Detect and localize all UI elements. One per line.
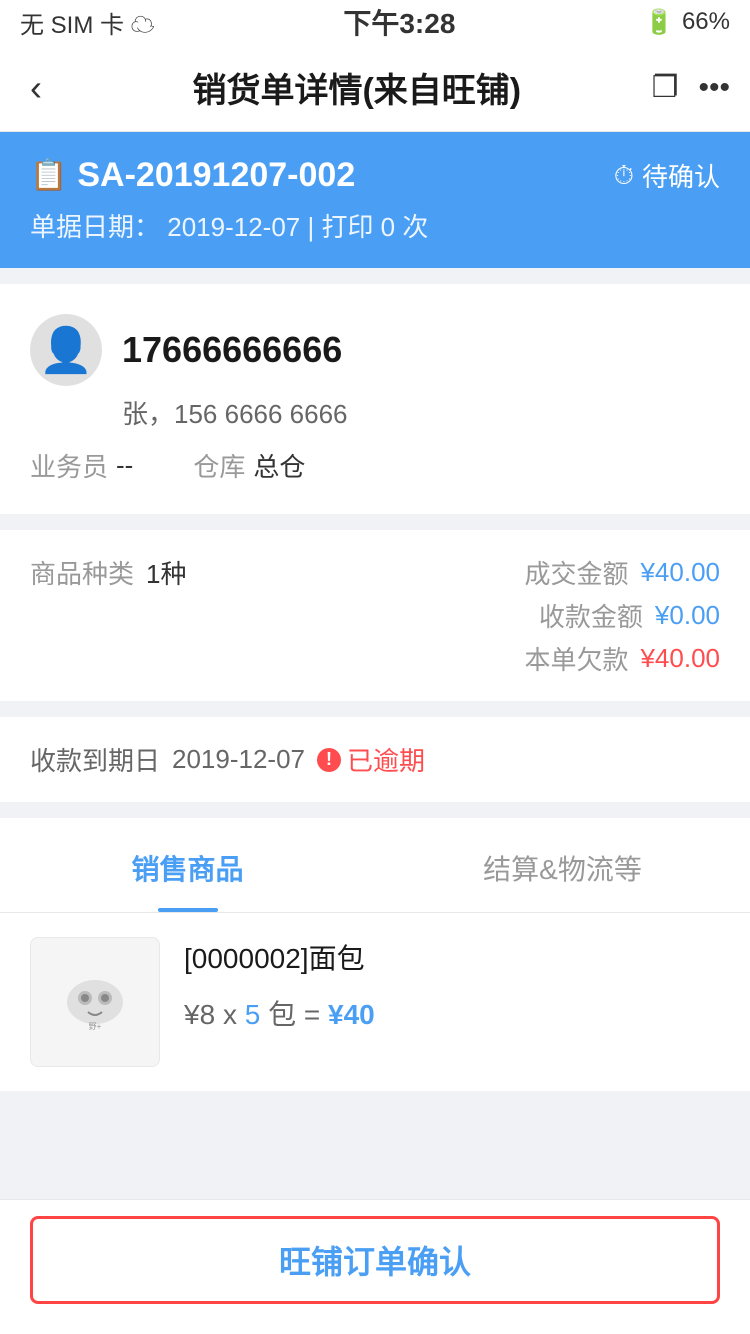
sim-status: 无 SIM 卡 ☁ [20, 5, 155, 40]
salesperson-value: -- [116, 450, 133, 481]
tab-settlement[interactable]: 结算&物流等 [375, 818, 750, 912]
tab-products[interactable]: 销售商品 [0, 818, 375, 912]
tabs-section: 销售商品 结算&物流等 野+ [0000002]面包 [0, 818, 750, 1091]
salesperson-label: 业务员 [30, 447, 108, 484]
product-thumbnail: 野+ [30, 937, 160, 1067]
customer-row: 👤 17666666666 [30, 314, 720, 386]
order-id: 📋 SA-20191207-002 [30, 156, 355, 195]
order-status-text: 待确认 [642, 157, 720, 194]
transaction-amount-label: 成交金额 [524, 554, 628, 591]
customer-phone: 17666666666 [122, 329, 342, 371]
tab-settlement-label: 结算&物流等 [483, 854, 642, 885]
order-header-card: 📋 SA-20191207-002 ⏱ 待确认 单据日期： 2019-12-07… [0, 132, 750, 268]
tabs-header: 销售商品 结算&物流等 [0, 818, 750, 913]
bottom-bar: 旺铺订单确认 [0, 1199, 750, 1334]
customer-info-row: 业务员 -- 仓库 总仓 [30, 447, 720, 484]
battery-level: 66% [682, 8, 730, 36]
status-right: 🔋 66% [644, 8, 730, 37]
summary-section: 商品种类 1种 成交金额 ¥40.00 收款金额 ¥0.00 本单欠款 ¥40.… [0, 530, 750, 701]
status-time: 下午3:28 [343, 2, 455, 42]
price-value: ¥8 [184, 999, 215, 1030]
order-icon: 📋 [30, 158, 67, 193]
debt-amount-label: 本单欠款 [524, 640, 628, 677]
due-date-label: 收款到期日 [30, 741, 160, 778]
avatar-icon: 👤 [39, 324, 94, 376]
status-bar: 无 SIM 卡 ☁ 下午3:28 🔋 66% [0, 0, 750, 44]
order-print-info: | 打印 0 次 [307, 212, 428, 242]
product-type-info: 商品种类 1种 [30, 554, 186, 591]
debt-amount-row: 本单欠款 ¥40.00 [524, 640, 720, 677]
customer-name: 张，156 6666 6666 [122, 394, 720, 431]
order-meta: 单据日期： 2019-12-07 | 打印 0 次 [30, 207, 720, 244]
share-icon[interactable]: ❐ [652, 70, 679, 105]
multiply-sign: x [223, 999, 245, 1030]
order-id-text: SA-20191207-002 [77, 156, 355, 195]
equals-sign: = [304, 999, 328, 1030]
unit-text: 包 [268, 999, 296, 1030]
tab-products-label: 销售商品 [131, 854, 243, 885]
warehouse-label: 仓库 [193, 447, 245, 484]
nav-bar: ‹ 销货单详情(来自旺铺) ❐ ••• [0, 44, 750, 132]
product-name: [0000002]面包 [184, 937, 720, 977]
product-info: [0000002]面包 ¥8 x 5 包 = ¥40 [184, 937, 720, 1033]
warehouse-value: 总仓 [253, 447, 305, 484]
overdue-badge: ! 已逾期 [317, 741, 425, 778]
nav-right-actions: ❐ ••• [652, 70, 730, 105]
debt-amount-value: ¥40.00 [640, 643, 720, 674]
due-date-value: 2019-12-07 [172, 744, 305, 775]
product-thumb-svg: 野+ [55, 972, 135, 1032]
transaction-amount-row: 成交金额 ¥40.00 [524, 554, 720, 591]
due-date-section: 收款到期日 2019-12-07 ! 已逾期 [0, 717, 750, 802]
order-date-label: 单据日期： [30, 212, 160, 242]
battery-icon: 🔋 [644, 8, 674, 37]
received-amount-value: ¥0.00 [655, 600, 720, 631]
svg-text:野+: 野+ [89, 1022, 102, 1031]
more-icon[interactable]: ••• [698, 71, 730, 105]
product-list: 野+ [0000002]面包 ¥8 x 5 包 = ¥40 [0, 913, 750, 1091]
received-amount-row: 收款金额 ¥0.00 [539, 597, 720, 634]
status-left: 无 SIM 卡 ☁ [20, 5, 155, 40]
customer-section: 👤 17666666666 张，156 6666 6666 业务员 -- 仓库 … [0, 284, 750, 514]
clock-icon: ⏱ [614, 160, 634, 192]
overdue-dot-icon: ! [317, 748, 341, 772]
product-price: ¥8 x 5 包 = ¥40 [184, 993, 720, 1033]
order-header-top: 📋 SA-20191207-002 ⏱ 待确认 [30, 156, 720, 195]
order-status-badge: ⏱ 待确认 [614, 157, 720, 194]
page-title: 销货单详情(来自旺铺) [62, 63, 652, 112]
overdue-text: 已逾期 [347, 741, 425, 778]
back-button[interactable]: ‹ [20, 57, 52, 119]
amount-info: 成交金额 ¥40.00 收款金额 ¥0.00 本单欠款 ¥40.00 [524, 554, 720, 677]
received-amount-label: 收款金额 [539, 597, 643, 634]
confirm-order-button[interactable]: 旺铺订单确认 [30, 1216, 720, 1304]
summary-row: 商品种类 1种 成交金额 ¥40.00 收款金额 ¥0.00 本单欠款 ¥40.… [30, 554, 720, 677]
product-item: 野+ [0000002]面包 ¥8 x 5 包 = ¥40 [30, 937, 720, 1067]
product-type-label: 商品种类 [30, 554, 134, 591]
avatar: 👤 [30, 314, 102, 386]
product-qty: 5 [245, 999, 261, 1030]
product-type-value: 1种 [146, 554, 186, 591]
product-total: ¥40 [328, 999, 375, 1030]
order-date: 2019-12-07 [167, 212, 300, 242]
transaction-amount-value: ¥40.00 [640, 557, 720, 588]
